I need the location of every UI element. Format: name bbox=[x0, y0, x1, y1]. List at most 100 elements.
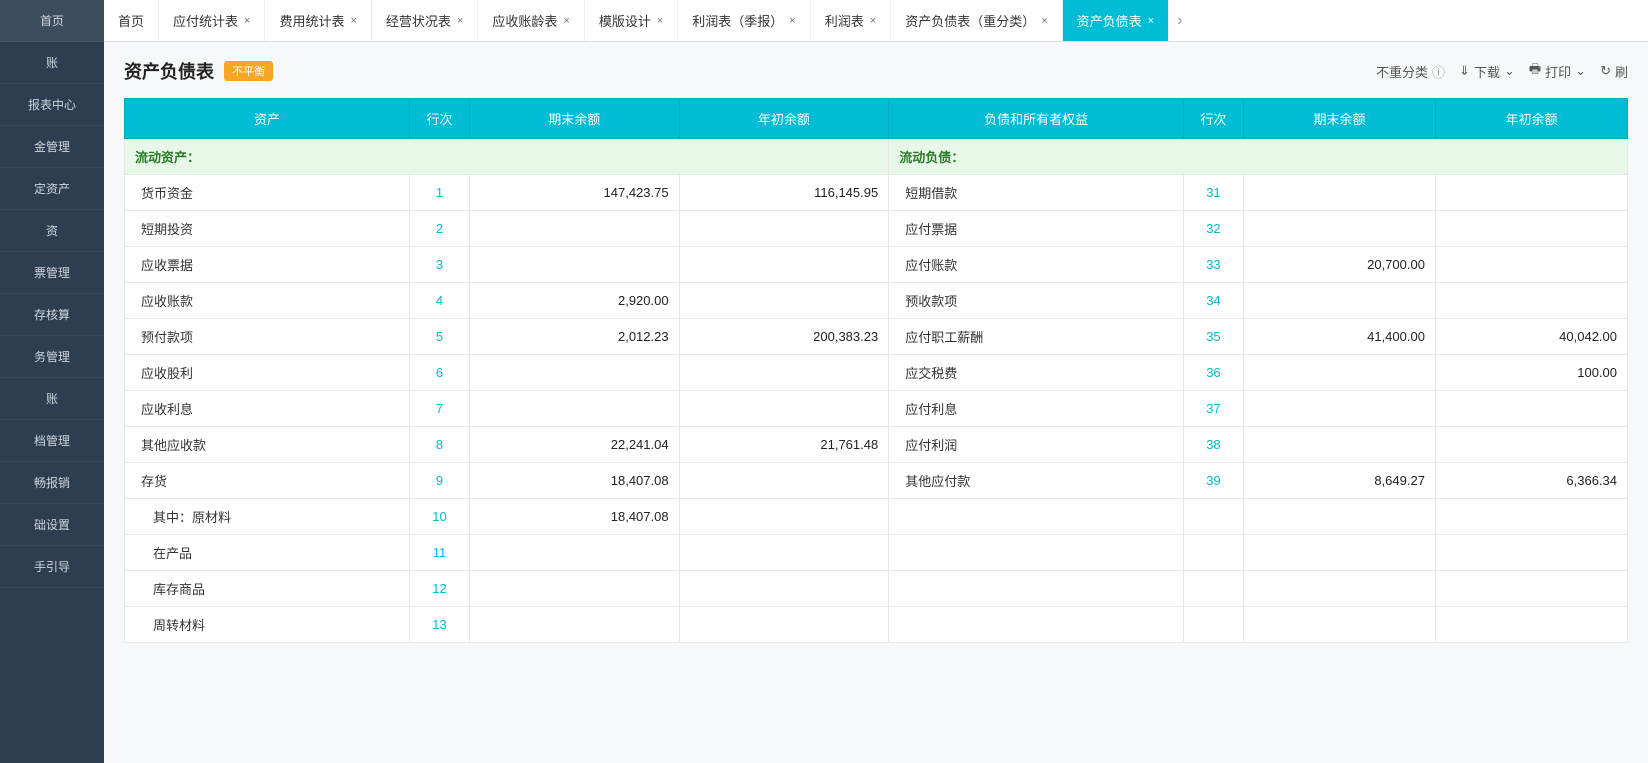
asset-period-end[interactable]: 2,920.00 bbox=[469, 283, 679, 319]
tab-home[interactable]: 首页 bbox=[104, 0, 159, 42]
asset-period-end[interactable]: 22,241.04 bbox=[469, 427, 679, 463]
asset-name: 应收利息 bbox=[125, 391, 410, 427]
liability-year-start[interactable] bbox=[1435, 499, 1627, 535]
tab-profit[interactable]: 利润表 × bbox=[811, 0, 891, 42]
liability-period-end[interactable] bbox=[1243, 391, 1435, 427]
sidebar-item-home[interactable]: 首页 bbox=[0, 0, 104, 42]
sidebar-item-fixed-assets[interactable]: 定资产 bbox=[0, 168, 104, 210]
tab-close-profit-quarterly[interactable]: × bbox=[789, 15, 795, 27]
asset-period-end[interactable] bbox=[469, 355, 679, 391]
sidebar-item-archive-mgmt[interactable]: 档管理 bbox=[0, 420, 104, 462]
liability-period-end[interactable] bbox=[1243, 283, 1435, 319]
liability-year-start[interactable] bbox=[1435, 571, 1627, 607]
tab-close-receivable-age[interactable]: × bbox=[563, 15, 569, 27]
sidebar-item-ledger[interactable]: 账 bbox=[0, 378, 104, 420]
header-row-num: 行次 bbox=[409, 99, 469, 139]
sidebar-item-ticket-mgmt[interactable]: 票管理 bbox=[0, 252, 104, 294]
sidebar-item-capital[interactable]: 资 bbox=[0, 210, 104, 252]
refresh-button[interactable]: ↻ 刷 bbox=[1600, 62, 1628, 81]
download-button[interactable]: ⇓ 下载 ⌄ bbox=[1459, 62, 1515, 81]
sidebar-item-business-mgmt[interactable]: 务管理 bbox=[0, 336, 104, 378]
liability-year-start[interactable] bbox=[1435, 391, 1627, 427]
tab-close-template-design[interactable]: × bbox=[657, 15, 663, 27]
tab-scroll-right[interactable]: › bbox=[1169, 0, 1190, 42]
sidebar-item-inventory[interactable]: 存核算 bbox=[0, 294, 104, 336]
asset-year-start[interactable]: 200,383.23 bbox=[679, 319, 889, 355]
asset-period-end[interactable] bbox=[469, 211, 679, 247]
asset-year-start[interactable] bbox=[679, 247, 889, 283]
liability-name: 应付账款 bbox=[889, 247, 1184, 283]
tab-close-balance-sheet[interactable]: × bbox=[1148, 15, 1154, 27]
tab-receivable-age[interactable]: 应收账龄表 × bbox=[478, 0, 584, 42]
sidebar-item-account[interactable]: 账 bbox=[0, 42, 104, 84]
sidebar-item-expense[interactable]: 畅报销 bbox=[0, 462, 104, 504]
asset-year-start[interactable] bbox=[679, 211, 889, 247]
tab-template-design[interactable]: 模版设计 × bbox=[585, 0, 678, 42]
liability-period-end[interactable]: 41,400.00 bbox=[1243, 319, 1435, 355]
tab-expense-stat[interactable]: 费用统计表 × bbox=[265, 0, 371, 42]
asset-year-start[interactable] bbox=[679, 355, 889, 391]
asset-period-end[interactable]: 147,423.75 bbox=[469, 175, 679, 211]
sidebar-item-report-center[interactable]: 报表中心 bbox=[0, 84, 104, 126]
liability-year-start[interactable] bbox=[1435, 211, 1627, 247]
liability-year-start[interactable] bbox=[1435, 247, 1627, 283]
liability-row-num: 32 bbox=[1183, 211, 1243, 247]
asset-period-end[interactable] bbox=[469, 571, 679, 607]
liability-period-end[interactable] bbox=[1243, 427, 1435, 463]
tab-close-profit[interactable]: × bbox=[870, 15, 876, 27]
tab-close-balance-reclassified[interactable]: × bbox=[1041, 15, 1047, 27]
asset-year-start[interactable] bbox=[679, 571, 889, 607]
asset-period-end[interactable] bbox=[469, 247, 679, 283]
liability-year-start[interactable]: 100.00 bbox=[1435, 355, 1627, 391]
sidebar-item-settings[interactable]: 础设置 bbox=[0, 504, 104, 546]
asset-year-start[interactable] bbox=[679, 283, 889, 319]
tab-close-payable-stat[interactable]: × bbox=[244, 15, 250, 27]
asset-year-start[interactable]: 21,761.48 bbox=[679, 427, 889, 463]
asset-period-end[interactable]: 2,012.23 bbox=[469, 319, 679, 355]
tab-profit-quarterly[interactable]: 利润表（季报） × bbox=[678, 0, 810, 42]
table-row: 存货 9 18,407.08 其他应付款 39 8,649.27 6,366.3… bbox=[125, 463, 1628, 499]
liability-year-start[interactable] bbox=[1435, 427, 1627, 463]
asset-year-start[interactable] bbox=[679, 463, 889, 499]
asset-year-start[interactable] bbox=[679, 607, 889, 643]
help-icon[interactable]: ⓘ bbox=[1432, 62, 1445, 81]
main-area: 首页 应付统计表 × 费用统计表 × 经营状况表 × 应收账龄表 × 模版设计 … bbox=[104, 0, 1648, 763]
asset-row-num: 7 bbox=[409, 391, 469, 427]
tab-balance-reclassified[interactable]: 资产负债表（重分类） × bbox=[891, 0, 1062, 42]
header-year-start: 年初余额 bbox=[679, 99, 889, 139]
liability-year-start[interactable] bbox=[1435, 175, 1627, 211]
sidebar-item-guide[interactable]: 手引导 bbox=[0, 546, 104, 588]
asset-year-start[interactable] bbox=[679, 391, 889, 427]
asset-period-end[interactable]: 18,407.08 bbox=[469, 463, 679, 499]
liability-period-end[interactable] bbox=[1243, 535, 1435, 571]
tab-close-expense-stat[interactable]: × bbox=[350, 15, 356, 27]
liability-year-start[interactable] bbox=[1435, 607, 1627, 643]
classify-button[interactable]: 不重分类 ⓘ bbox=[1376, 62, 1445, 81]
liability-year-start[interactable]: 6,366.34 bbox=[1435, 463, 1627, 499]
liability-year-start[interactable] bbox=[1435, 535, 1627, 571]
asset-year-start[interactable] bbox=[679, 535, 889, 571]
print-button[interactable]: 🖶 打印 ⌄ bbox=[1529, 60, 1586, 82]
tab-payable-stat[interactable]: 应付统计表 × bbox=[159, 0, 265, 42]
liability-period-end[interactable] bbox=[1243, 355, 1435, 391]
asset-year-start[interactable] bbox=[679, 499, 889, 535]
liability-period-end[interactable] bbox=[1243, 571, 1435, 607]
liability-period-end[interactable]: 20,700.00 bbox=[1243, 247, 1435, 283]
liability-period-end[interactable] bbox=[1243, 607, 1435, 643]
liability-period-end[interactable] bbox=[1243, 499, 1435, 535]
asset-year-start[interactable]: 116,145.95 bbox=[679, 175, 889, 211]
asset-row-num: 11 bbox=[409, 535, 469, 571]
asset-period-end[interactable]: 18,407.08 bbox=[469, 499, 679, 535]
liability-year-start[interactable] bbox=[1435, 283, 1627, 319]
asset-period-end[interactable] bbox=[469, 607, 679, 643]
asset-period-end[interactable] bbox=[469, 535, 679, 571]
liability-period-end[interactable] bbox=[1243, 175, 1435, 211]
asset-period-end[interactable] bbox=[469, 391, 679, 427]
liability-period-end[interactable] bbox=[1243, 211, 1435, 247]
tab-close-ops-status[interactable]: × bbox=[457, 15, 463, 27]
tab-balance-sheet[interactable]: 资产负债表 × bbox=[1063, 0, 1169, 42]
tab-ops-status[interactable]: 经营状况表 × bbox=[372, 0, 478, 42]
liability-period-end[interactable]: 8,649.27 bbox=[1243, 463, 1435, 499]
sidebar-item-fund-mgmt[interactable]: 金管理 bbox=[0, 126, 104, 168]
liability-year-start[interactable]: 40,042.00 bbox=[1435, 319, 1627, 355]
